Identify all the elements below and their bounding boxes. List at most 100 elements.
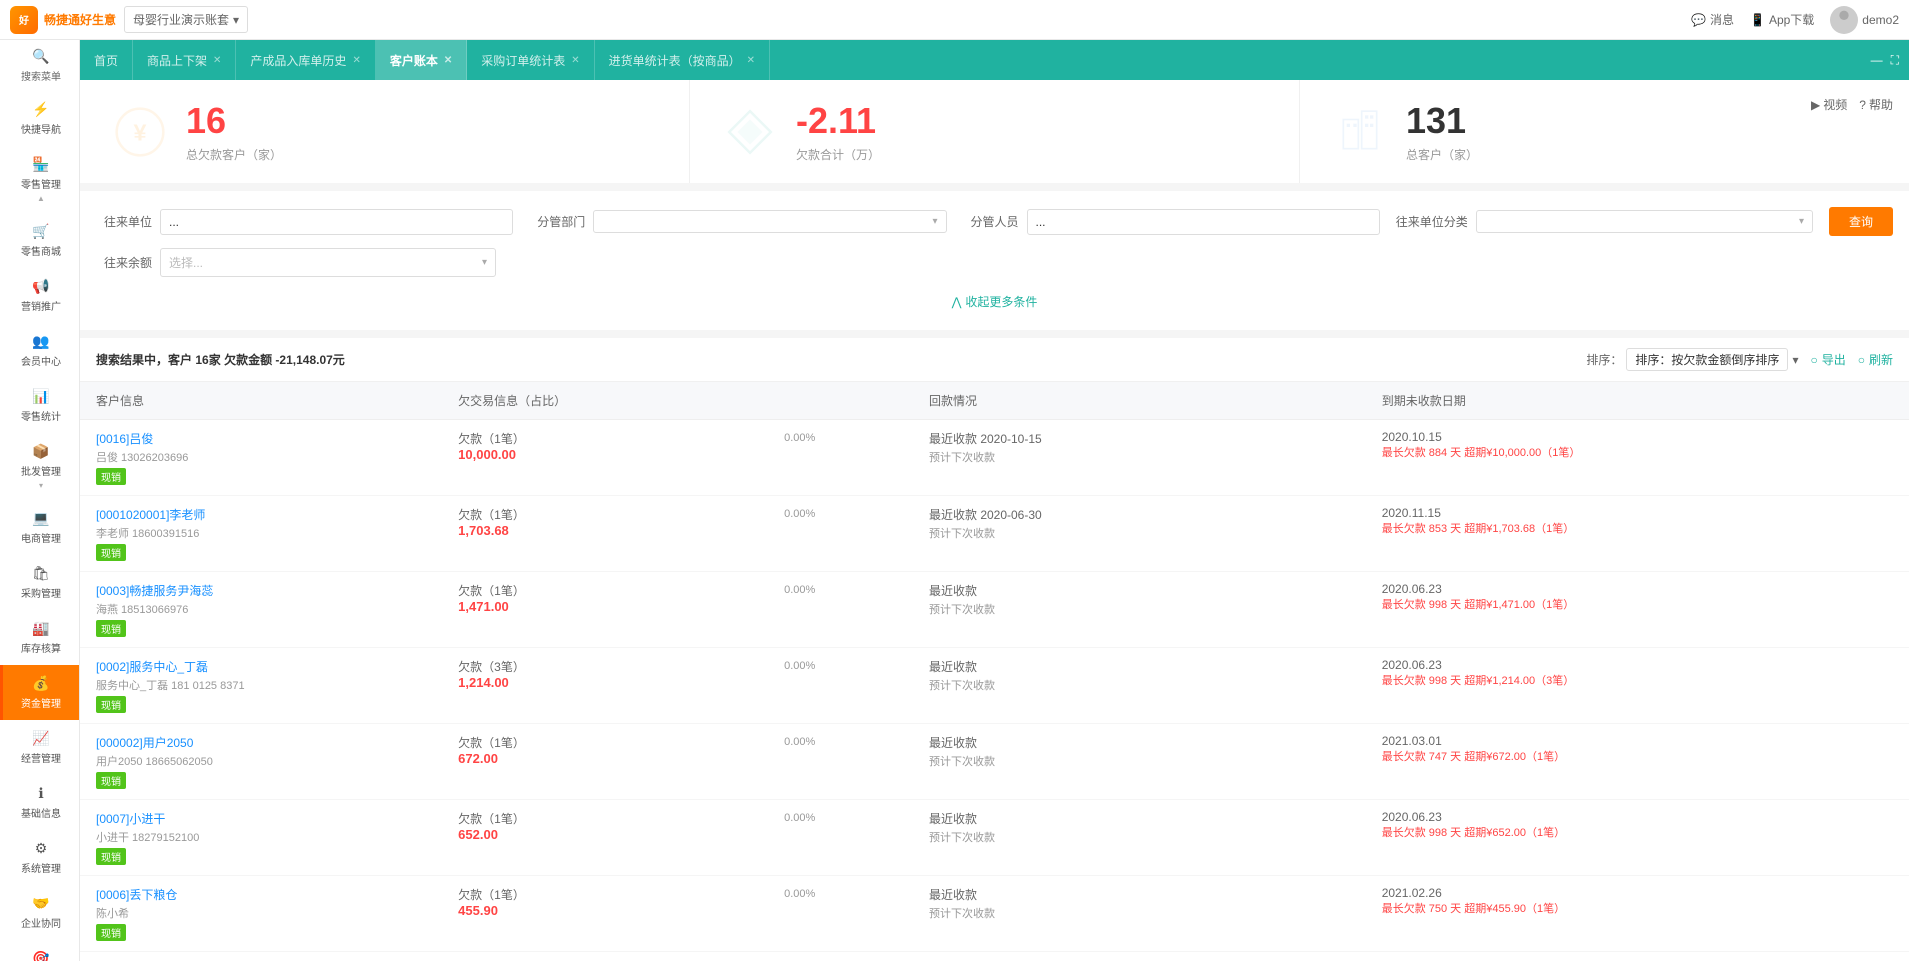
sidebar-item-new-guide[interactable]: 🎯 新手引导 xyxy=(0,940,79,961)
store-selector[interactable]: 母婴行业演示账套 ▾ xyxy=(124,6,248,33)
tab-close-customer[interactable]: ✕ xyxy=(444,55,452,66)
sidebar-item-retail-shop[interactable]: 🛒 零售商城 xyxy=(0,213,79,268)
customer-badge: 现销 xyxy=(96,772,126,789)
recovery-cell: 最近收款 预计下次收款 xyxy=(913,952,1366,961)
sidebar-item-search-menu[interactable]: 🔍 搜索菜单 xyxy=(0,40,79,91)
filter-collapse-btn[interactable]: ⋀ 收起更多条件 xyxy=(96,289,1893,314)
debt-amount-link[interactable]: 455.90 xyxy=(458,903,752,918)
app-icon: 📱 xyxy=(1750,13,1765,27)
tab-products-off[interactable]: 商品上下架 ✕ xyxy=(133,40,236,80)
dept-select[interactable]: ▾ xyxy=(593,210,946,233)
dept-label: 分管部门 xyxy=(529,213,585,230)
overdue-detail[interactable]: 最长欠款 750 天 超期¥455.90（1笔） xyxy=(1382,903,1565,915)
customer-name-link[interactable]: [0016]吕俊 xyxy=(96,432,153,446)
table-row: [0006]丢下粮仓 陈小希 现销 欠款（1笔） 455.90 0.00% 最近… xyxy=(80,876,1909,952)
recovery-date: 最近收款 xyxy=(929,886,1350,903)
customer-name-link[interactable]: [0002]服务中心_丁磊 xyxy=(96,660,208,674)
sidebar-item-batch-mgmt[interactable]: 📦 批发管理 ▾ xyxy=(0,433,79,500)
customer-badge: 现销 xyxy=(96,544,126,561)
recovery-next: 预计下次收款 xyxy=(929,601,1350,617)
overdue-detail[interactable]: 最长欠款 998 天 超期¥1,471.00（1笔） xyxy=(1382,599,1575,611)
sidebar-item-system[interactable]: ⚙ 系统管理 xyxy=(0,830,79,885)
overdue-detail[interactable]: 最长欠款 998 天 超期¥652.00（1笔） xyxy=(1382,827,1565,839)
main-layout: 🔍 搜索菜单 ⚡ 快捷导航 🏪 零售管理 ▲ 🛒 零售商城 📢 营销推广 � xyxy=(0,40,1909,961)
tab-minimize-icon[interactable]: — xyxy=(1871,53,1883,67)
source-unit-input[interactable]: ... xyxy=(160,209,513,235)
sidebar-item-member[interactable]: 👥 会员中心 xyxy=(0,323,79,378)
sidebar-item-inventory[interactable]: 🏭 库存核算 xyxy=(0,610,79,665)
sidebar-item-finance[interactable]: 💰 资金管理 xyxy=(0,665,79,720)
overdue-detail[interactable]: 最长欠款 853 天 超期¥1,703.68（1笔） xyxy=(1382,523,1575,535)
collapse-label: 收起更多条件 xyxy=(965,293,1037,310)
tab-produce-history[interactable]: 产成品入库单历史 ✕ xyxy=(236,40,375,80)
tab-purchase-stats-label: 进货单统计表（按商品） xyxy=(609,52,741,69)
customer-name-link[interactable]: [0007]小进干 xyxy=(96,812,165,826)
tab-close-purchase[interactable]: ✕ xyxy=(571,55,579,66)
manager-input[interactable]: ... xyxy=(1027,209,1380,235)
tab-customer-account[interactable]: 客户账本 ✕ xyxy=(376,40,467,80)
sort-select[interactable]: 排序：按欠款金额倒序排序 xyxy=(1626,348,1788,371)
debt-info-cell: 欠款（1笔） 10,000.00 xyxy=(442,420,768,496)
tab-close-produce[interactable]: ✕ xyxy=(352,55,360,66)
sidebar-item-business[interactable]: 📈 经营管理 xyxy=(0,720,79,775)
tab-maximize-icon[interactable]: ⛶ xyxy=(1891,53,1899,68)
debt-ratio-cell: 0.00% xyxy=(768,648,913,724)
tab-home[interactable]: 首页 xyxy=(80,40,133,80)
sidebar-item-quick-nav[interactable]: ⚡ 快捷导航 xyxy=(0,91,79,146)
sidebar-item-basic-info[interactable]: ℹ 基础信息 xyxy=(0,775,79,830)
sidebar-item-ecommerce[interactable]: 💻 电商管理 xyxy=(0,500,79,555)
debt-amount-link[interactable]: 10,000.00 xyxy=(458,447,752,462)
debt-ratio-cell: 0.00% xyxy=(768,952,913,961)
debt-amount-link[interactable]: 1,703.68 xyxy=(458,523,752,538)
customer-contact: 陈小希 xyxy=(96,905,426,921)
sidebar-item-marketing[interactable]: 📢 营销推广 xyxy=(0,268,79,323)
customer-info-cell: [0001020001]李老师 李老师 18600391516 现销 xyxy=(80,496,442,572)
debt-amount-link[interactable]: 652.00 xyxy=(458,827,752,842)
remaining-select[interactable]: 选择... ▾ xyxy=(160,248,496,277)
sidebar-item-enterprise[interactable]: 🤝 企业协同 xyxy=(0,885,79,940)
message-button[interactable]: 💬 消息 xyxy=(1691,11,1734,28)
summary-debt-total: -21,148.07元 xyxy=(275,353,344,367)
app-name-text: 畅捷通好生意 xyxy=(44,11,116,28)
customer-name-link[interactable]: [0001020001]李老师 xyxy=(96,508,205,522)
refresh-icon: ○ xyxy=(1858,353,1865,367)
tab-close-products[interactable]: ✕ xyxy=(213,55,221,66)
refresh-button[interactable]: ○ 刷新 xyxy=(1858,351,1893,368)
refresh-label: 刷新 xyxy=(1869,351,1893,368)
debt-amount-link[interactable]: 672.00 xyxy=(458,751,752,766)
debt-ratio: 0.00% xyxy=(784,584,897,596)
export-button[interactable]: ○ 导出 xyxy=(1810,351,1845,368)
customer-name-link[interactable]: [0003]畅捷服务尹海蕊 xyxy=(96,584,213,598)
page-content: ¥ 16 总欠款客户（家） xyxy=(80,80,1909,961)
recovery-cell: 最近收款 2020-06-30 预计下次收款 xyxy=(913,496,1366,572)
app-download-button[interactable]: 📱 App下载 xyxy=(1750,11,1814,28)
overdue-detail[interactable]: 最长欠款 747 天 超期¥672.00（1笔） xyxy=(1382,751,1565,763)
query-button[interactable]: 查询 xyxy=(1829,207,1893,236)
sidebar-item-purchase[interactable]: 🛍 采购管理 xyxy=(0,555,79,610)
video-btn[interactable]: ▶ 视频 xyxy=(1811,96,1847,113)
recovery-cell: 最近收款 预计下次收款 xyxy=(913,876,1366,952)
debt-info-cell: 欠款（1笔） 1,471.00 xyxy=(442,572,768,648)
sidebar-item-retail-mgmt[interactable]: 🏪 零售管理 ▲ xyxy=(0,146,79,213)
debt-amount-link[interactable]: 1,214.00 xyxy=(458,675,752,690)
sidebar-label-batch: 批发管理 xyxy=(21,463,61,478)
tab-close-purchase-stats[interactable]: ✕ xyxy=(747,55,755,66)
due-date-cell: 2020.12.30 最长欠款 808 天 超期¥429.00（1笔） xyxy=(1366,952,1909,961)
tab-purchase-stats[interactable]: 进货单统计表（按商品） ✕ xyxy=(595,40,770,80)
help-btn[interactable]: ? 帮助 xyxy=(1859,96,1893,113)
customer-name-link[interactable]: [000002]用户2050 xyxy=(96,736,193,750)
overdue-detail[interactable]: 最长欠款 884 天 超期¥10,000.00（1笔） xyxy=(1382,447,1581,459)
customer-name-link[interactable]: [0006]丢下粮仓 xyxy=(96,888,177,902)
tab-purchase-order[interactable]: 采购订单统计表 ✕ xyxy=(467,40,594,80)
sidebar-item-retail-stats[interactable]: 📊 零售统计 xyxy=(0,378,79,433)
new-guide-icon: 🎯 xyxy=(32,950,49,961)
overdue-detail[interactable]: 最长欠款 998 天 超期¥1,214.00（3笔） xyxy=(1382,675,1575,687)
tab-bar-actions: — ⛶ xyxy=(1861,53,1909,68)
sort-arrow-icon: ▾ xyxy=(1792,353,1798,367)
unit-category-select[interactable]: ▾ xyxy=(1476,210,1813,233)
recovery-date: 最近收款 xyxy=(929,582,1350,599)
user-menu-button[interactable]: demo2 xyxy=(1830,6,1899,34)
recovery-cell: 最近收款 预计下次收款 xyxy=(913,572,1366,648)
debt-amount-link[interactable]: 1,471.00 xyxy=(458,599,752,614)
customer-badge: 现销 xyxy=(96,924,126,941)
